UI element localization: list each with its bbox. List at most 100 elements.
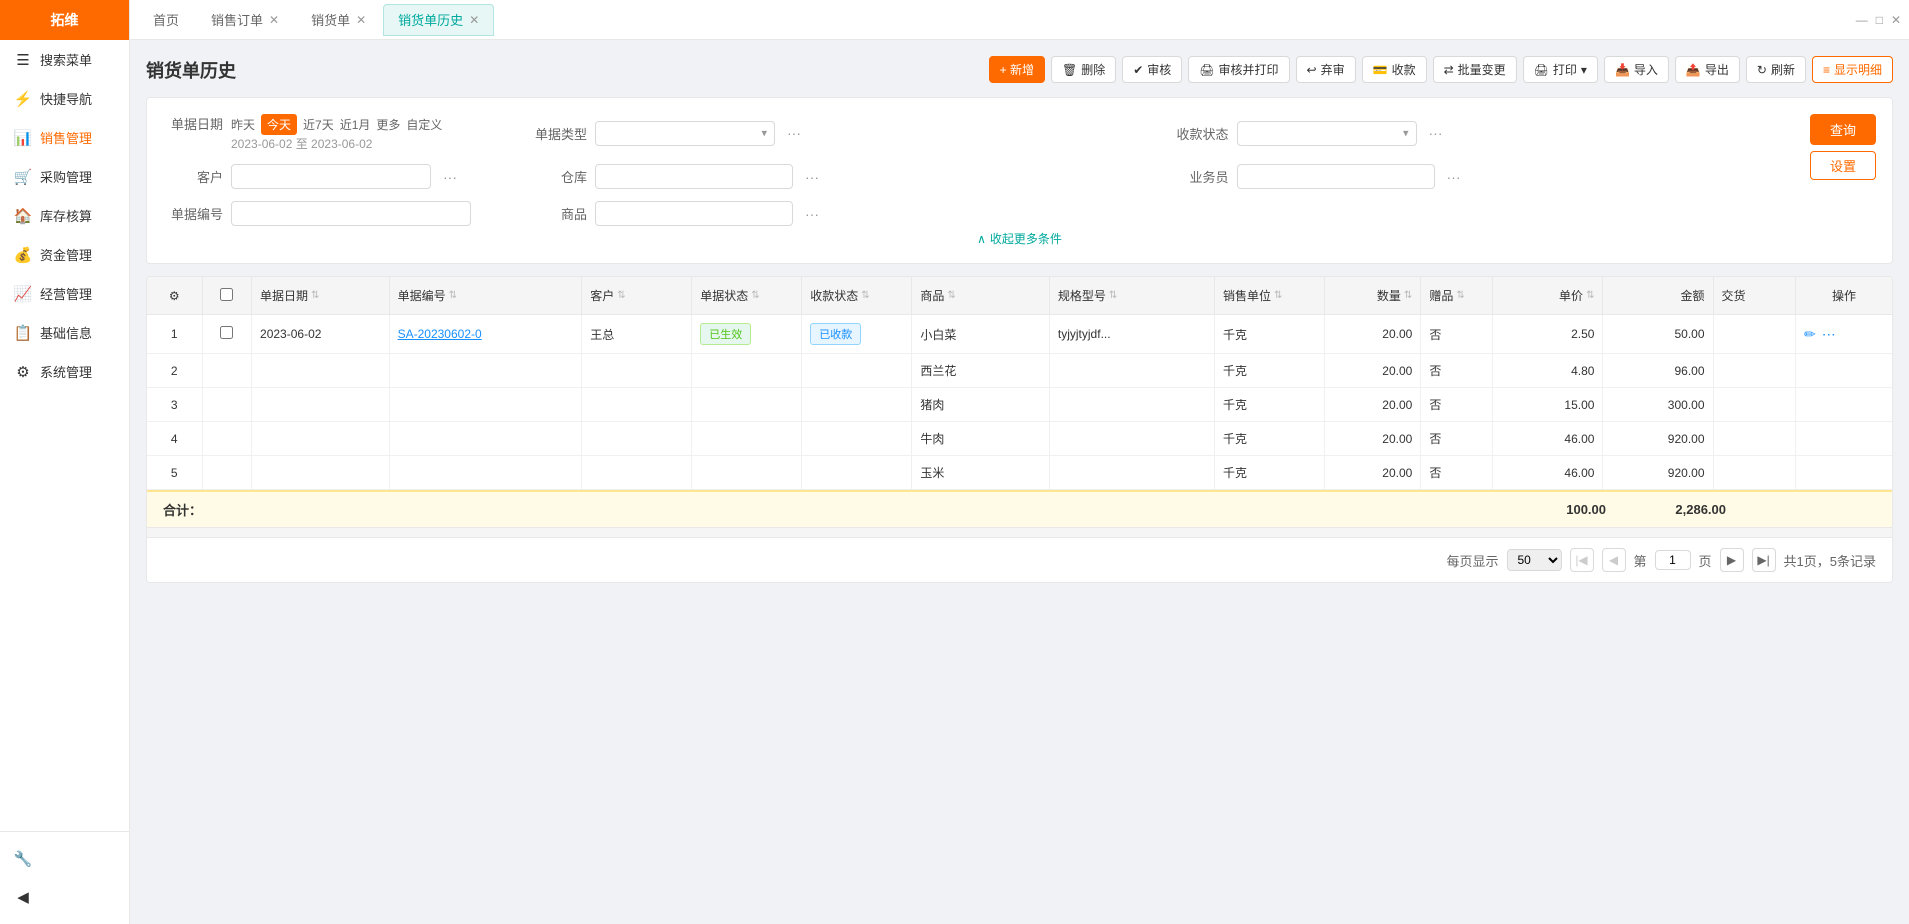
- cell-date: 2023-06-02: [252, 315, 390, 354]
- tab-sales-order[interactable]: 销售订单 ✕: [196, 4, 294, 36]
- tab-sales-history[interactable]: 销货单历史 ✕: [383, 4, 494, 36]
- shortcut-1month[interactable]: 近1月: [340, 116, 371, 133]
- th-qty[interactable]: 数量 ⇅: [1325, 277, 1421, 315]
- more-action-icon[interactable]: ⋯: [1822, 326, 1836, 343]
- collect-button[interactable]: 💳 收款: [1362, 56, 1427, 83]
- import-button[interactable]: 📥 导入: [1604, 56, 1669, 83]
- th-customer[interactable]: 客户 ⇅: [582, 277, 692, 315]
- th-date[interactable]: 单据日期 ⇅: [252, 277, 390, 315]
- shortcut-more[interactable]: 更多: [376, 116, 400, 133]
- data-table: ⚙ 单据日期 ⇅ 单据编号 ⇅: [147, 277, 1892, 490]
- th-settings[interactable]: ⚙: [147, 277, 202, 315]
- cell-checkbox[interactable]: [202, 315, 252, 354]
- sidebar-bottom-collapse[interactable]: ◀: [0, 878, 129, 916]
- pay-status-select[interactable]: [1237, 121, 1417, 146]
- sidebar-item-system-mgmt[interactable]: ⚙ 系统管理: [0, 352, 129, 391]
- cell-checkbox[interactable]: [202, 456, 252, 490]
- refresh-button[interactable]: ↻ 刷新: [1746, 56, 1806, 83]
- tab-sales-order-close[interactable]: ✕: [269, 13, 279, 27]
- cell-checkbox[interactable]: [202, 388, 252, 422]
- shortcut-yesterday[interactable]: 昨天: [231, 116, 255, 133]
- salesman-dots[interactable]: ···: [1443, 169, 1465, 185]
- edit-icon[interactable]: ✏: [1804, 326, 1816, 343]
- query-button[interactable]: 查询: [1810, 114, 1876, 145]
- sidebar-item-operation[interactable]: 📈 经营管理: [0, 274, 129, 313]
- collapse-filter-button[interactable]: ∧ 收起更多条件: [977, 230, 1062, 247]
- doc-type-select[interactable]: [595, 121, 775, 146]
- show-details-button[interactable]: ≡ 显示明细: [1812, 56, 1893, 83]
- sort-status[interactable]: 单据状态 ⇅: [700, 287, 759, 304]
- tab-sales-history-close[interactable]: ✕: [469, 13, 479, 27]
- th-unit[interactable]: 销售单位 ⇅: [1214, 277, 1324, 315]
- code-link[interactable]: SA-20230602-0: [398, 327, 482, 341]
- row-checkbox[interactable]: [220, 326, 233, 339]
- discard-button[interactable]: ↩ 弃审: [1296, 56, 1356, 83]
- export-button[interactable]: 📤 导出: [1675, 56, 1740, 83]
- batch-change-button[interactable]: ⇄ 批量变更: [1433, 56, 1517, 83]
- new-button[interactable]: + 新增: [989, 56, 1045, 83]
- audit-button[interactable]: ✔ 审核: [1122, 56, 1182, 83]
- page-size-select[interactable]: 50 20 100: [1507, 549, 1562, 571]
- doc-no-input[interactable]: [231, 201, 471, 226]
- th-code[interactable]: 单据编号 ⇅: [389, 277, 582, 315]
- th-product[interactable]: 商品 ⇅: [912, 277, 1050, 315]
- first-page-button[interactable]: |◀: [1570, 548, 1594, 572]
- sidebar-item-search-menu[interactable]: ☰ 搜索菜单: [0, 40, 129, 79]
- salesman-input[interactable]: [1237, 164, 1435, 189]
- product-dots[interactable]: ···: [801, 206, 823, 222]
- sort-qty[interactable]: 数量 ⇅: [1377, 287, 1412, 304]
- sidebar-item-label: 销售管理: [40, 128, 92, 147]
- sidebar-item-basic-info[interactable]: 📋 基础信息: [0, 313, 129, 352]
- warehouse-dots[interactable]: ···: [801, 169, 823, 185]
- sidebar-item-sales-mgmt[interactable]: 📊 销售管理: [0, 118, 129, 157]
- delete-button[interactable]: 🗑 删除: [1051, 56, 1116, 83]
- shortcut-7days[interactable]: 近7天: [303, 116, 334, 133]
- table-scroll-bar[interactable]: [147, 527, 1892, 537]
- tab-sales-delivery[interactable]: 销货单 ✕: [296, 4, 381, 36]
- window-close-icon[interactable]: ✕: [1891, 13, 1901, 27]
- prev-page-button[interactable]: ◀: [1602, 548, 1626, 572]
- cell-checkbox[interactable]: [202, 422, 252, 456]
- tab-home[interactable]: 首页: [138, 4, 194, 36]
- print-button[interactable]: 🖨 打印 ▾: [1523, 56, 1598, 83]
- shortcut-custom[interactable]: 自定义: [406, 116, 442, 133]
- select-all-checkbox[interactable]: [220, 288, 233, 301]
- sort-customer[interactable]: 客户 ⇅: [590, 287, 625, 304]
- sort-gift[interactable]: 赠品 ⇅: [1429, 287, 1464, 304]
- date-range-display: 2023-06-02 至 2023-06-02: [231, 135, 442, 152]
- sort-unit[interactable]: 销售单位 ⇅: [1223, 287, 1282, 304]
- th-checkbox[interactable]: [202, 277, 252, 315]
- th-gift[interactable]: 赠品 ⇅: [1421, 277, 1493, 315]
- sidebar-item-fund-mgmt[interactable]: 💰 资金管理: [0, 235, 129, 274]
- shortcut-today[interactable]: 今天: [261, 114, 297, 135]
- sidebar-item-inventory[interactable]: 🏠 库存核算: [0, 196, 129, 235]
- customer-input[interactable]: [231, 164, 431, 189]
- sort-pay-status[interactable]: 收款状态 ⇅: [810, 287, 869, 304]
- window-minimize-icon[interactable]: —: [1856, 13, 1868, 27]
- th-status[interactable]: 单据状态 ⇅: [692, 277, 802, 315]
- th-pay-status[interactable]: 收款状态 ⇅: [802, 277, 912, 315]
- audit-print-button[interactable]: 🖨 审核并打印: [1188, 56, 1289, 83]
- page-number-input[interactable]: [1655, 550, 1691, 570]
- sort-price[interactable]: 单价 ⇅: [1559, 287, 1594, 304]
- sidebar-item-quick-nav[interactable]: ⚡ 快捷导航: [0, 79, 129, 118]
- product-input[interactable]: [595, 201, 793, 226]
- th-price[interactable]: 单价 ⇅: [1493, 277, 1603, 315]
- filter-settings-button[interactable]: 设置: [1810, 151, 1876, 180]
- doc-type-dots[interactable]: ···: [783, 125, 805, 141]
- sidebar-bottom-settings[interactable]: 🔧: [0, 840, 129, 878]
- last-page-button[interactable]: ▶|: [1752, 548, 1776, 572]
- tab-sales-delivery-close[interactable]: ✕: [356, 13, 366, 27]
- sort-date[interactable]: 单据日期 ⇅: [260, 287, 319, 304]
- next-page-button[interactable]: ▶: [1720, 548, 1744, 572]
- customer-dots[interactable]: ···: [439, 169, 461, 185]
- sidebar-item-purchase-mgmt[interactable]: 🛒 采购管理: [0, 157, 129, 196]
- sort-product[interactable]: 商品 ⇅: [920, 287, 955, 304]
- sort-spec[interactable]: 规格型号 ⇅: [1058, 287, 1117, 304]
- cell-checkbox[interactable]: [202, 354, 252, 388]
- window-maximize-icon[interactable]: □: [1876, 13, 1883, 27]
- pay-status-dots[interactable]: ···: [1425, 125, 1447, 141]
- warehouse-input[interactable]: [595, 164, 793, 189]
- th-spec[interactable]: 规格型号 ⇅: [1049, 277, 1214, 315]
- sort-code[interactable]: 单据编号 ⇅: [398, 287, 457, 304]
